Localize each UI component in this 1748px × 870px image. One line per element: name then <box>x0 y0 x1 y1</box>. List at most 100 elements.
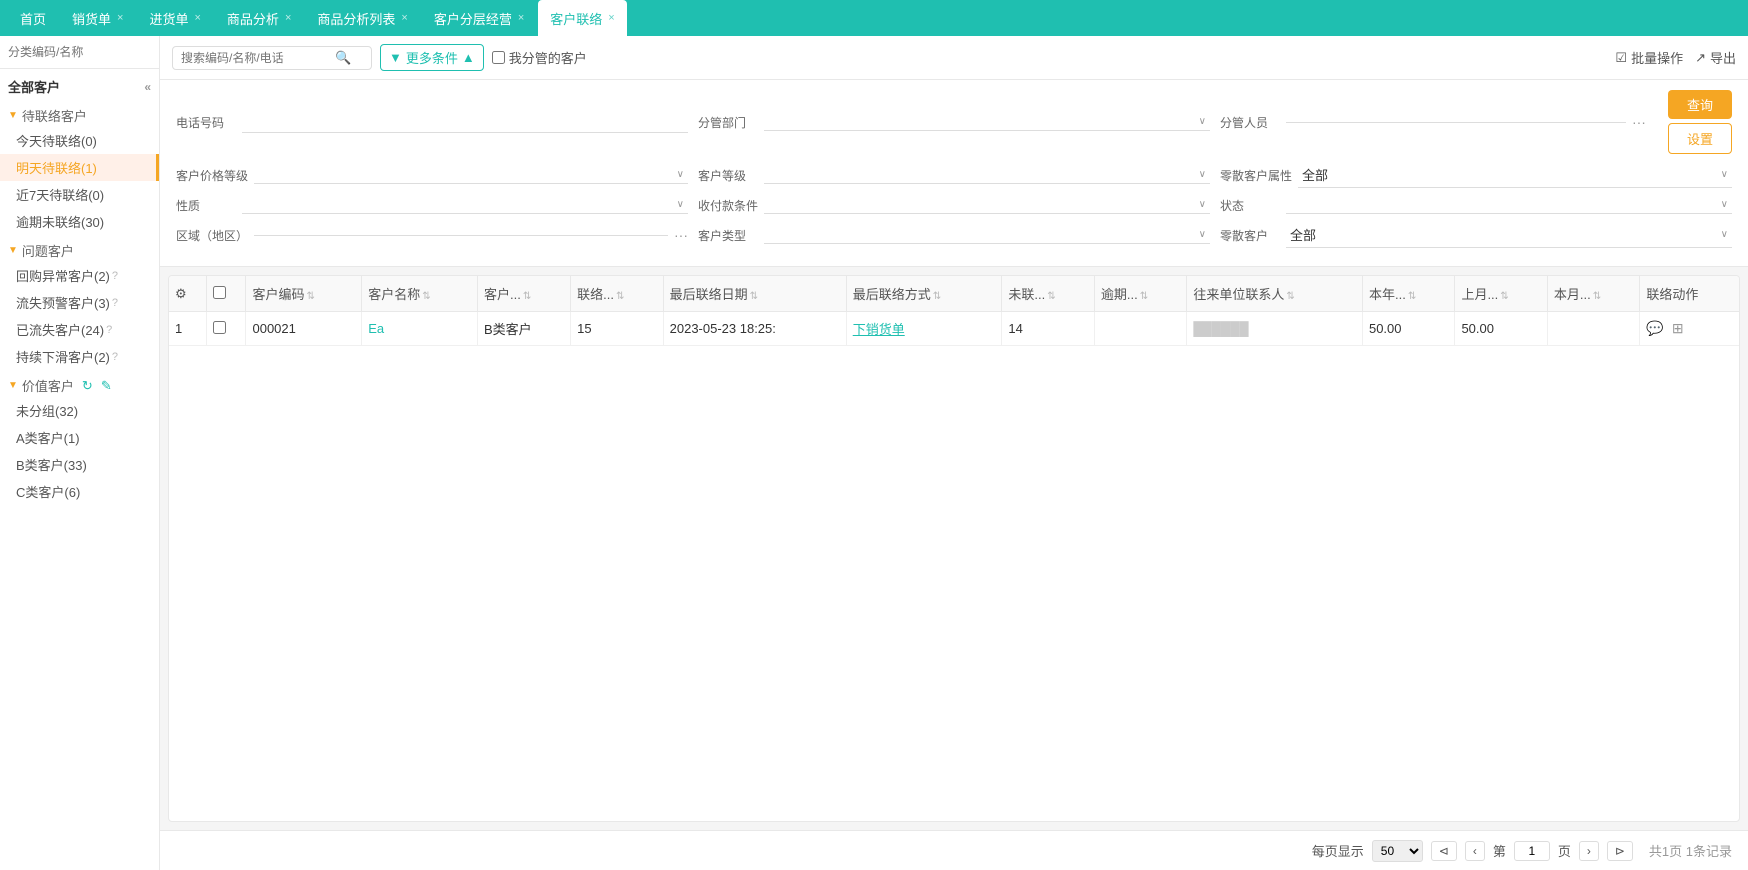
export-button[interactable]: ↗ 导出 <box>1695 48 1736 67</box>
batch-operation-button[interactable]: ☑ 批量操作 <box>1615 48 1683 67</box>
refresh-icon[interactable]: ↻ <box>82 378 93 394</box>
filter-retail-customer: 零散客户 全部 ∨ <box>1220 222 1732 248</box>
filter-price-level-select[interactable]: ∨ <box>254 166 688 184</box>
filter-customer-type-label: 客户类型 <box>698 227 758 244</box>
sidebar-item-overdue-pending[interactable]: 逾期未联络(30) <box>0 208 159 235</box>
col-uncontacted[interactable]: 未联...⇅ <box>1002 276 1094 312</box>
close-icon[interactable]: × <box>401 12 407 24</box>
nav-product-analysis-list[interactable]: 商品分析列表 × <box>305 0 419 36</box>
col-overdue[interactable]: 逾期...⇅ <box>1094 276 1186 312</box>
reset-button[interactable]: 设置 <box>1668 123 1732 154</box>
filter-retail-customer-label: 零散客户 <box>1220 227 1280 244</box>
close-icon[interactable]: × <box>117 12 123 24</box>
filter-manager-dots[interactable]: ··· <box>1632 114 1646 130</box>
filter-row-2: 客户价格等级 ∨ 客户等级 ∨ 零散客户属性 全部 <box>176 162 1732 188</box>
prev-page-button[interactable]: ‹ <box>1465 841 1485 861</box>
close-icon[interactable]: × <box>608 12 614 24</box>
filter-dept: 分管部门 ∨ <box>698 113 1210 131</box>
filter-customer-level-label: 客户等级 <box>698 167 758 184</box>
col-last-contact-method[interactable]: 最后联络方式⇅ <box>846 276 1002 312</box>
collapse-icon[interactable]: « <box>144 80 151 94</box>
sidebar-item-7day-pending[interactable]: 近7天待联络(0) <box>0 181 159 208</box>
nav-purchase-order[interactable]: 进货单 × <box>137 0 212 36</box>
filter-status-select[interactable]: ∨ <box>1286 196 1732 214</box>
col-contact-count[interactable]: 联络...⇅ <box>571 276 663 312</box>
close-icon[interactable]: × <box>285 12 291 24</box>
filter-retail-customer-select[interactable]: 全部 ∨ <box>1286 222 1732 248</box>
sidebar-search-input[interactable] <box>8 45 160 59</box>
last-page-button[interactable]: ⊳ <box>1607 841 1633 861</box>
chevron-up-icon: ▲ <box>462 50 475 65</box>
nav-home[interactable]: 首页 <box>8 0 58 36</box>
nav-sales-order[interactable]: 销货单 × <box>60 0 135 36</box>
filter-customer-level-select[interactable]: ∨ <box>764 166 1210 184</box>
filter-nature-label: 性质 <box>176 197 236 214</box>
chevron-down-icon: ∨ <box>1199 229 1206 240</box>
select-all-checkbox[interactable] <box>213 286 226 299</box>
col-type[interactable]: 客户...⇅ <box>478 276 571 312</box>
col-this-month[interactable]: 本月...⇅ <box>1547 276 1639 312</box>
nav-customer-contact[interactable]: 客户联络 × <box>538 0 626 36</box>
row-last-contact-method[interactable]: 下销货单 <box>846 312 1002 346</box>
more-action-icon[interactable]: ⊞ <box>1672 320 1684 337</box>
close-icon[interactable]: × <box>518 12 524 24</box>
search-submit-icon[interactable]: 🔍 <box>335 50 351 66</box>
nav-customer-tier[interactable]: 客户分层经营 × <box>422 0 536 36</box>
per-page-select[interactable]: 50 100 200 <box>1372 840 1423 862</box>
sidebar-item-today-pending[interactable]: 今天待联络(0) <box>0 127 159 154</box>
filter-customer-type-select[interactable]: ∨ <box>764 226 1210 244</box>
col-code[interactable]: 客户编码⇅ <box>246 276 362 312</box>
sidebar-item-declining[interactable]: 持续下滑客户(2) ? <box>0 343 159 370</box>
filter-retail-attr-select[interactable]: 全部 ∨ <box>1298 162 1732 188</box>
help-icon[interactable]: ? <box>112 297 118 309</box>
group-pending: ▼ 待联络客户 <box>0 100 159 127</box>
filter-region-dots[interactable]: ··· <box>674 227 688 243</box>
table-header-row: ⚙ 客户编码⇅ 客户名称⇅ 客户...⇅ 联络...⇅ 最后联络日期⇅ 最后联络… <box>169 276 1739 312</box>
first-page-button[interactable]: ⊲ <box>1431 841 1457 861</box>
row-checkbox[interactable] <box>206 312 246 346</box>
col-this-year[interactable]: 本年...⇅ <box>1362 276 1454 312</box>
query-button[interactable]: 查询 <box>1668 90 1732 119</box>
col-name[interactable]: 客户名称⇅ <box>362 276 478 312</box>
filter-payment: 收付款条件 ∨ <box>698 196 1210 214</box>
col-last-contact-date[interactable]: 最后联络日期⇅ <box>663 276 846 312</box>
sidebar-item-churn-warning[interactable]: 流失预警客户(3) ? <box>0 289 159 316</box>
col-settings[interactable]: ⚙ <box>169 276 206 312</box>
sidebar-item-repurchase-abnormal[interactable]: 回购异常客户(2) ? <box>0 262 159 289</box>
triangle-icon: ▼ <box>8 380 18 391</box>
help-icon[interactable]: ? <box>106 324 112 336</box>
close-icon[interactable]: × <box>194 12 200 24</box>
more-filter-button[interactable]: ▼ 更多条件 ▲ <box>380 44 484 71</box>
next-page-button[interactable]: › <box>1579 841 1599 861</box>
sidebar-item-ungrouped[interactable]: 未分组(32) <box>0 397 159 424</box>
all-customers-header[interactable]: 全部客户 « <box>0 69 159 100</box>
help-icon[interactable]: ? <box>112 351 118 363</box>
sidebar-search-area: 🔍 <box>0 36 159 69</box>
my-customer-checkbox-area[interactable]: 我分管的客户 <box>492 48 587 67</box>
page-unit: 页 <box>1558 841 1571 860</box>
page-number-input[interactable] <box>1514 841 1550 861</box>
my-customer-checkbox[interactable] <box>492 51 505 64</box>
sidebar-item-c-class[interactable]: C类客户(6) <box>0 478 159 505</box>
row-name[interactable]: Ea <box>362 312 478 346</box>
contact-action-icon[interactable]: 💬 <box>1646 320 1663 337</box>
filter-phone-input[interactable] <box>242 112 688 133</box>
filter-manager-label: 分管人员 <box>1220 114 1280 131</box>
filter-dept-select[interactable]: ∨ <box>764 113 1210 131</box>
col-checkbox[interactable] <box>206 276 246 312</box>
sidebar-item-tomorrow-pending[interactable]: 明天待联络(1) <box>0 154 159 181</box>
nav-product-analysis[interactable]: 商品分析 × <box>215 0 303 36</box>
search-input[interactable] <box>181 51 331 65</box>
sidebar-item-b-class[interactable]: B类客户(33) <box>0 451 159 478</box>
help-icon[interactable]: ? <box>112 270 118 282</box>
row-select-checkbox[interactable] <box>213 321 226 334</box>
row-last-month: 50.00 <box>1455 312 1547 346</box>
filter-panel: 电话号码 分管部门 ∨ 分管人员 ··· 查询 设置 <box>160 80 1748 267</box>
filter-nature-select[interactable]: ∨ <box>242 196 688 214</box>
sidebar-item-churned[interactable]: 已流失客户(24) ? <box>0 316 159 343</box>
col-last-month[interactable]: 上月...⇅ <box>1455 276 1547 312</box>
col-company-contact[interactable]: 往来单位联系人⇅ <box>1187 276 1363 312</box>
sidebar-item-a-class[interactable]: A类客户(1) <box>0 424 159 451</box>
filter-payment-select[interactable]: ∨ <box>764 196 1210 214</box>
edit-icon[interactable]: ✎ <box>101 378 112 394</box>
